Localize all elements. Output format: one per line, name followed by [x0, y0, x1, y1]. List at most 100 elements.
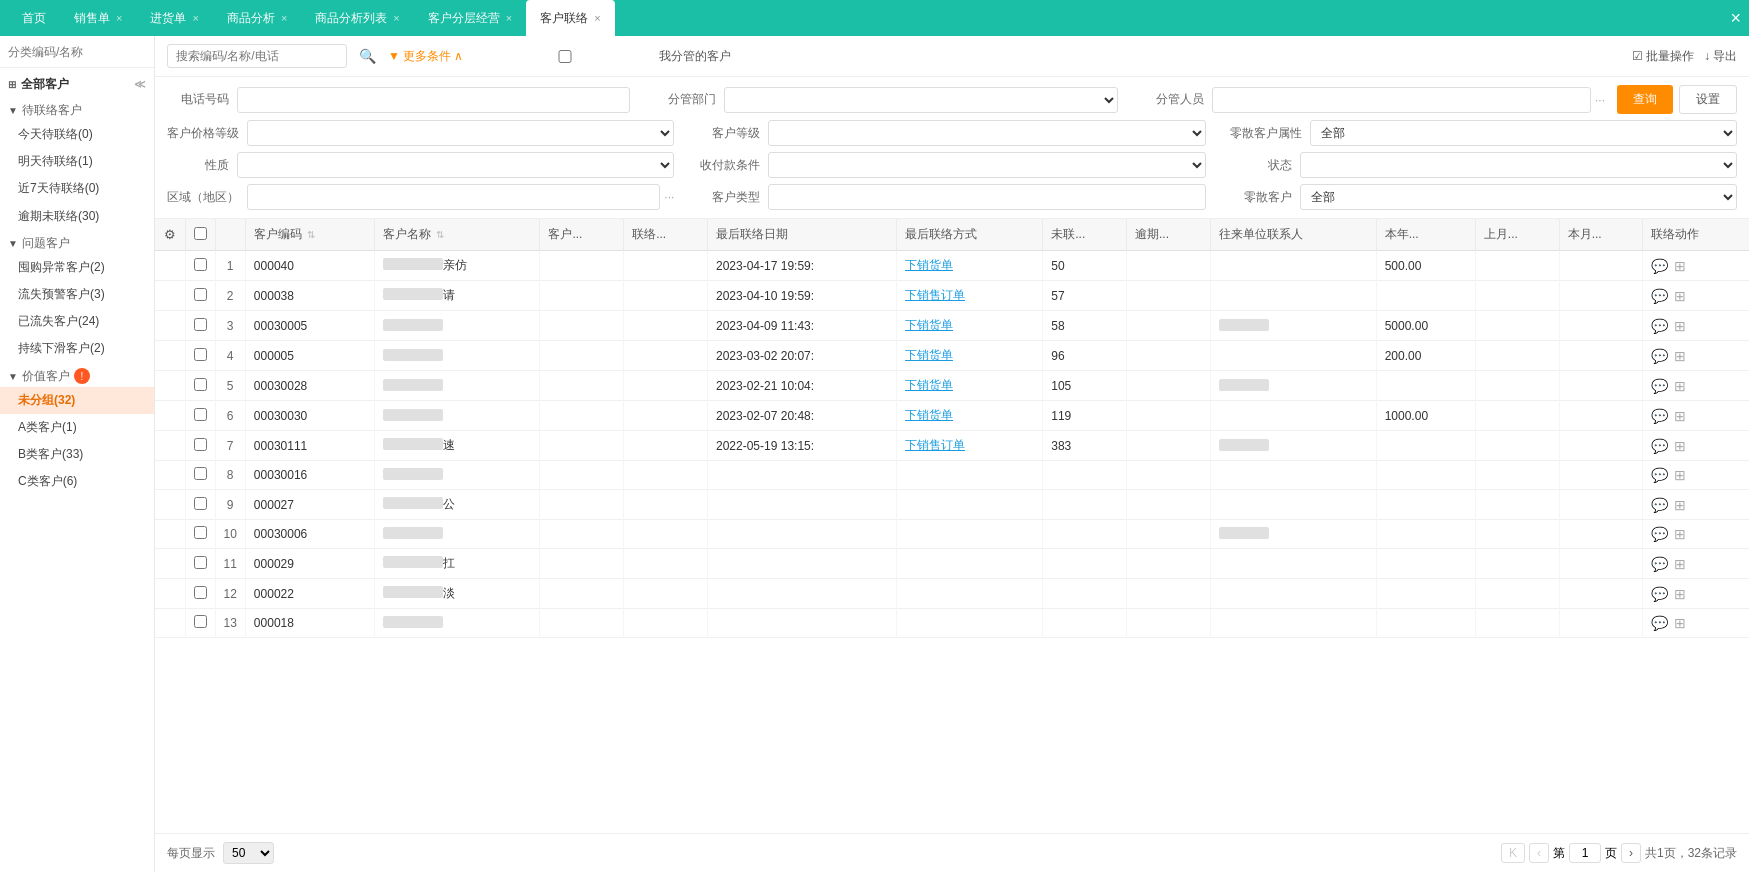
- page-number-input[interactable]: [1569, 843, 1601, 863]
- all-customers-header[interactable]: ⊞ 全部客户 ≪: [0, 68, 154, 97]
- grid-action-icon[interactable]: ⊞: [1674, 378, 1686, 394]
- contact-method-link[interactable]: 下销货单: [905, 258, 953, 272]
- row-checkbox[interactable]: [194, 615, 207, 628]
- grid-action-icon[interactable]: ⊞: [1674, 288, 1686, 304]
- filter-select-price-level[interactable]: [247, 120, 674, 146]
- grid-action-icon[interactable]: ⊞: [1674, 258, 1686, 274]
- filter-input-phone[interactable]: [237, 87, 630, 113]
- sidebar-search-input[interactable]: [8, 45, 155, 59]
- first-page-button[interactable]: K: [1501, 843, 1525, 863]
- filter-select-customer-level[interactable]: [768, 120, 1205, 146]
- sidebar-item-today-pending[interactable]: 今天待联络(0): [0, 121, 154, 148]
- chat-icon[interactable]: 💬: [1651, 497, 1668, 513]
- grid-action-icon[interactable]: ⊞: [1674, 526, 1686, 542]
- close-icon[interactable]: ×: [192, 12, 198, 24]
- chat-icon[interactable]: 💬: [1651, 348, 1668, 364]
- next-page-button[interactable]: ›: [1621, 843, 1641, 863]
- group-value-customers[interactable]: ▼ 价值客户 !: [0, 363, 154, 387]
- chat-icon[interactable]: 💬: [1651, 288, 1668, 304]
- grid-action-icon[interactable]: ⊞: [1674, 467, 1686, 483]
- row-checkbox[interactable]: [194, 467, 207, 480]
- row-checkbox[interactable]: [194, 586, 207, 599]
- row-checkbox[interactable]: [194, 526, 207, 539]
- close-icon[interactable]: ×: [116, 12, 122, 24]
- close-icon[interactable]: ×: [594, 12, 600, 24]
- batch-op-button[interactable]: ☑ 批量操作: [1632, 48, 1694, 65]
- sidebar-item-c-class[interactable]: C类客户(6): [0, 468, 154, 495]
- nav-close-button[interactable]: ×: [1730, 8, 1741, 29]
- chat-icon[interactable]: 💬: [1651, 408, 1668, 424]
- close-icon[interactable]: ×: [506, 12, 512, 24]
- filter-input-person[interactable]: [1212, 87, 1591, 113]
- filter-input-region[interactable]: [247, 184, 660, 210]
- tab-home[interactable]: 首页: [8, 0, 60, 36]
- filter-select-scatter-attr[interactable]: 全部: [1310, 120, 1737, 146]
- close-icon[interactable]: ×: [393, 12, 399, 24]
- chat-icon[interactable]: 💬: [1651, 467, 1668, 483]
- row-checkbox[interactable]: [194, 497, 207, 510]
- grid-action-icon[interactable]: ⊞: [1674, 497, 1686, 513]
- filter-select-payment[interactable]: [768, 152, 1205, 178]
- chat-icon[interactable]: 💬: [1651, 378, 1668, 394]
- row-checkbox[interactable]: [194, 348, 207, 361]
- contact-method-link[interactable]: 下销售订单: [905, 288, 965, 302]
- sidebar-item-unclassified[interactable]: 未分组(32): [0, 387, 154, 414]
- grid-action-icon[interactable]: ⊞: [1674, 615, 1686, 631]
- region-more-icon[interactable]: ···: [664, 190, 674, 204]
- gear-icon[interactable]: ⚙: [164, 227, 176, 242]
- chat-icon[interactable]: 💬: [1651, 526, 1668, 542]
- sidebar-item-churned[interactable]: 已流失客户(24): [0, 308, 154, 335]
- contact-method-link[interactable]: 下销货单: [905, 378, 953, 392]
- filter-input-customer-type[interactable]: [768, 184, 1205, 210]
- search-input[interactable]: [167, 44, 347, 68]
- row-checkbox[interactable]: [194, 556, 207, 569]
- chat-icon[interactable]: 💬: [1651, 258, 1668, 274]
- grid-action-icon[interactable]: ⊞: [1674, 586, 1686, 602]
- grid-action-icon[interactable]: ⊞: [1674, 438, 1686, 454]
- row-checkbox[interactable]: [194, 378, 207, 391]
- sidebar-item-churn-warning[interactable]: 流失预警客户(3): [0, 281, 154, 308]
- prev-page-button[interactable]: ‹: [1529, 843, 1549, 863]
- contact-method-link[interactable]: 下销货单: [905, 318, 953, 332]
- export-button[interactable]: ↓ 导出: [1704, 48, 1737, 65]
- collapse-icon[interactable]: ≪: [134, 78, 146, 91]
- grid-action-icon[interactable]: ⊞: [1674, 348, 1686, 364]
- contact-method-link[interactable]: 下销货单: [905, 408, 953, 422]
- row-checkbox[interactable]: [194, 408, 207, 421]
- sidebar-item-overdue-pending[interactable]: 逾期未联络(30): [0, 203, 154, 230]
- search-action-button[interactable]: 查询: [1617, 85, 1673, 114]
- close-icon[interactable]: ×: [281, 12, 287, 24]
- tab-product-analysis[interactable]: 商品分析 ×: [213, 0, 301, 36]
- chat-icon[interactable]: 💬: [1651, 615, 1668, 631]
- tab-customer-contact[interactable]: 客户联络 ×: [526, 0, 614, 36]
- page-size-select[interactable]: 50 10 20 100: [223, 842, 274, 864]
- tab-product-analysis-list[interactable]: 商品分析列表 ×: [301, 0, 413, 36]
- row-checkbox[interactable]: [194, 288, 207, 301]
- search-button[interactable]: 🔍: [359, 48, 376, 64]
- row-checkbox[interactable]: [194, 438, 207, 451]
- row-checkbox[interactable]: [194, 318, 207, 331]
- group-pending-contact[interactable]: ▼ 待联络客户: [0, 97, 154, 121]
- contact-method-link[interactable]: 下销售订单: [905, 438, 965, 452]
- filter-select-status[interactable]: [1300, 152, 1737, 178]
- filter-select-dept[interactable]: [724, 87, 1117, 113]
- chat-icon[interactable]: 💬: [1651, 586, 1668, 602]
- tab-sales-order[interactable]: 销售单 ×: [60, 0, 136, 36]
- chat-icon[interactable]: 💬: [1651, 556, 1668, 572]
- person-more-icon[interactable]: ···: [1595, 93, 1605, 107]
- chat-icon[interactable]: 💬: [1651, 438, 1668, 454]
- my-customers-checkbox-label[interactable]: 我分管的客户: [475, 48, 731, 65]
- sidebar-item-a-class[interactable]: A类客户(1): [0, 414, 154, 441]
- sidebar-item-declining[interactable]: 持续下滑客户(2): [0, 335, 154, 362]
- chat-icon[interactable]: 💬: [1651, 318, 1668, 334]
- grid-action-icon[interactable]: ⊞: [1674, 556, 1686, 572]
- sidebar-item-abnormal[interactable]: 囤购异常客户(2): [0, 254, 154, 281]
- tab-purchase-order[interactable]: 进货单 ×: [136, 0, 212, 36]
- group-problem-customers[interactable]: ▼ 问题客户: [0, 230, 154, 254]
- sidebar-item-b-class[interactable]: B类客户(33): [0, 441, 154, 468]
- my-customers-checkbox[interactable]: [475, 50, 655, 63]
- grid-action-icon[interactable]: ⊞: [1674, 318, 1686, 334]
- sidebar-item-7days-pending[interactable]: 近7天待联络(0): [0, 175, 154, 202]
- filter-select-scatter-customer[interactable]: 全部: [1300, 184, 1737, 210]
- row-checkbox[interactable]: [194, 258, 207, 271]
